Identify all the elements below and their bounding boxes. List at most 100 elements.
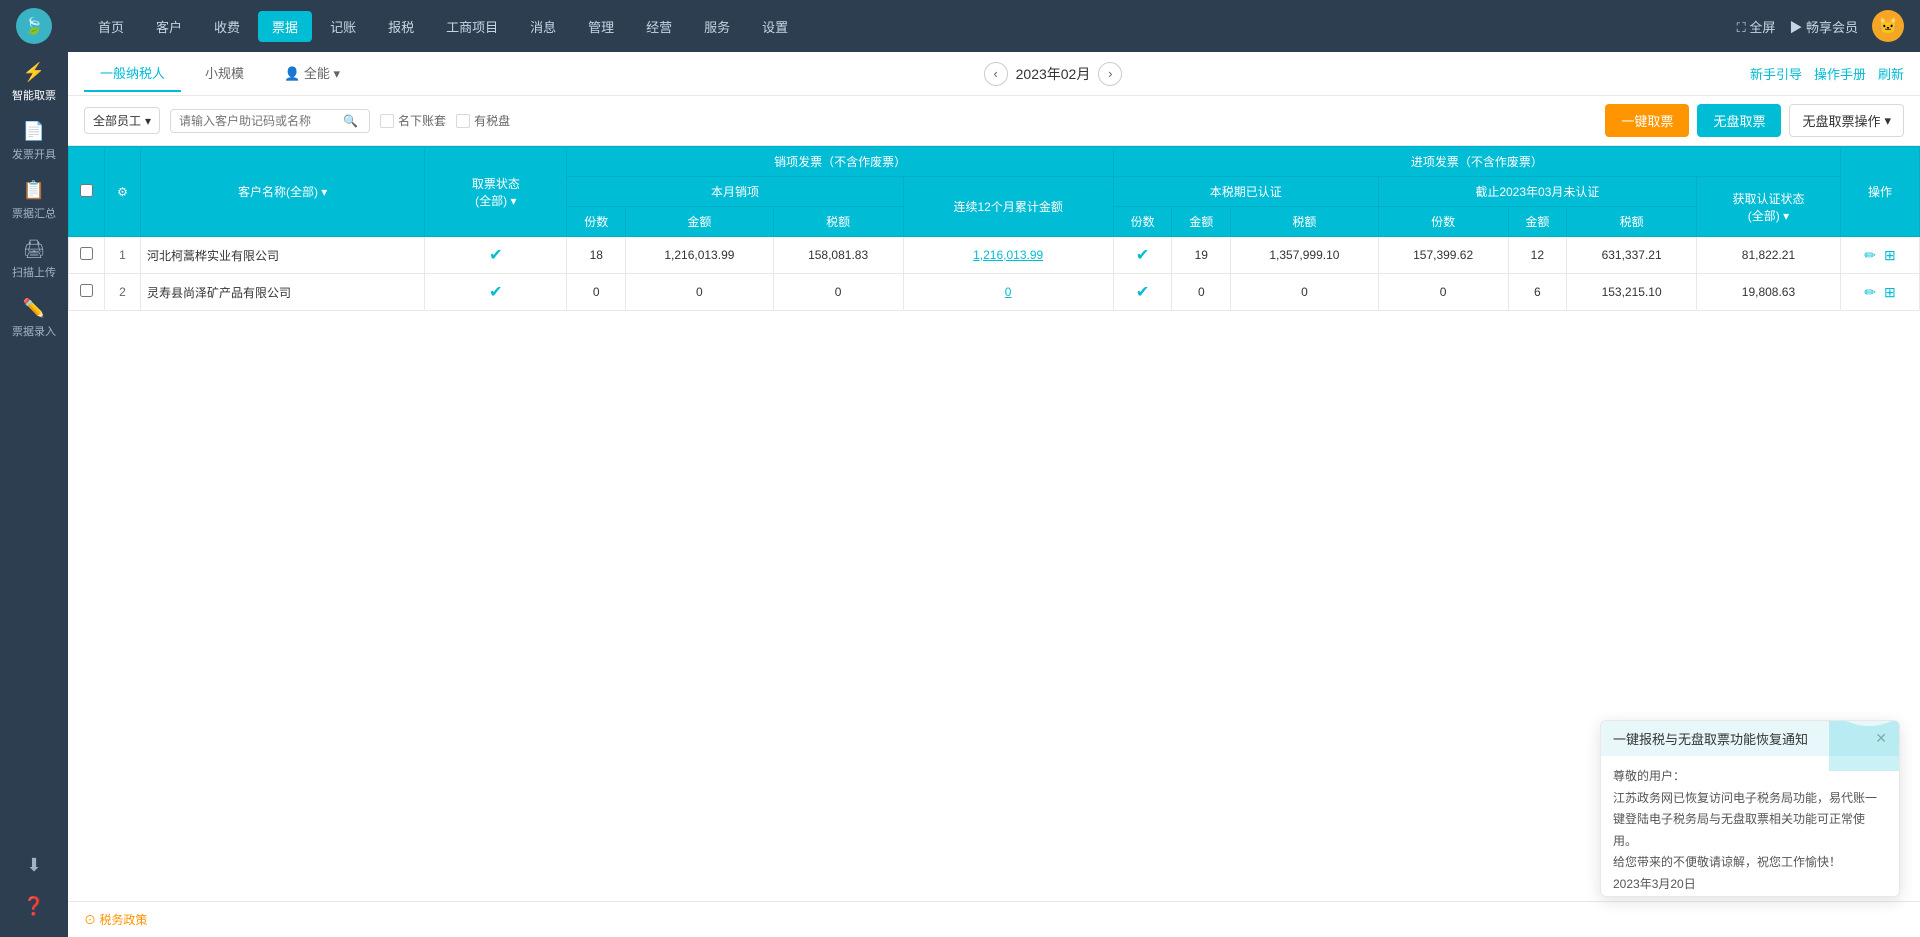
- tax-policy-link[interactable]: ⊙ 税务政策: [84, 911, 147, 928]
- row-checkbox-cell: [69, 237, 105, 274]
- invoice-table: ⚙ 客户名称(全部) ▾ 取票状态(全部) ▾ 销项发票（不含作废票） 进项发票…: [68, 146, 1920, 311]
- row-input-tax: 0: [1378, 274, 1508, 311]
- refresh-button[interactable]: 刷新: [1878, 64, 1904, 83]
- row-checkbox-1[interactable]: [80, 284, 93, 297]
- th-sales-invoices: 销项发票（不含作废票）: [567, 147, 1113, 177]
- popup-header: 一键报税与无盘取票功能恢复通知 ✕: [1601, 721, 1899, 756]
- tab-all[interactable]: 👤 全能 ▾: [268, 55, 356, 92]
- popup-close-button[interactable]: ✕: [1875, 730, 1887, 747]
- row-cert-status: ✔: [1113, 274, 1172, 311]
- row-until-amount: 631,337.21: [1567, 237, 1697, 274]
- prev-month-button[interactable]: ‹: [984, 62, 1008, 86]
- search-input-wrapper: 🔍: [170, 109, 370, 133]
- filter-icon[interactable]: ▾: [321, 185, 327, 199]
- filter-icon[interactable]: ▾: [1783, 209, 1789, 223]
- nav-settings[interactable]: 设置: [748, 11, 802, 42]
- one-key-fetch-button[interactable]: 一键取票: [1605, 104, 1689, 137]
- nav-manage[interactable]: 管理: [574, 11, 628, 42]
- row-sales-amount: 1,216,013.99: [626, 237, 774, 274]
- select-all-checkbox[interactable]: [80, 184, 93, 197]
- sales-12m-link[interactable]: 1,216,013.99: [973, 248, 1043, 262]
- row-fetch-status: ✔: [425, 274, 567, 311]
- lightning-icon: ⚡: [23, 62, 45, 83]
- chevron-down-icon: ▾: [1884, 113, 1891, 129]
- search-input[interactable]: [179, 114, 339, 128]
- th-cert-status: 获取认证状态(全部) ▾: [1697, 177, 1841, 237]
- filter-bar: 全部员工 ▾ 🔍 名下账套 有税盘 一键取票 无盘取票 无盘取票操作 ▾: [68, 96, 1920, 146]
- notification-popup: 一键报税与无盘取票功能恢复通知 ✕ 尊敬的用户：江苏政务网已恢复访问电子税务局功…: [1600, 720, 1900, 897]
- row-until-tax: 81,822.21: [1697, 237, 1841, 274]
- filter-icon[interactable]: ▾: [511, 194, 517, 208]
- th-operation: 操作: [1840, 147, 1919, 237]
- month-nav: ‹ 2023年02月 ›: [984, 62, 1123, 86]
- download-icon: ⬇: [26, 855, 41, 876]
- popup-body: 尊敬的用户：江苏政务网已恢复访问电子税务局功能，易代账一键登陆电子税务局与无盘取…: [1601, 756, 1899, 896]
- th-input-tax: 税额: [1231, 207, 1379, 237]
- row-num: 2: [105, 274, 141, 311]
- sidebar-download[interactable]: ⬇: [0, 847, 68, 884]
- fullscreen-button[interactable]: ⛶ 全屏: [1737, 17, 1776, 36]
- checkbox-box-tax[interactable]: [456, 114, 470, 128]
- sidebar-item-issue-invoice[interactable]: 📄 发票开具: [0, 111, 68, 170]
- th-customer-name: 客户名称(全部) ▾: [141, 147, 425, 237]
- member-button[interactable]: ▶ 畅享会员: [1789, 17, 1858, 36]
- next-month-button[interactable]: ›: [1098, 62, 1122, 86]
- nav-operation[interactable]: 经营: [632, 11, 686, 42]
- copy-icon[interactable]: ⊞: [1884, 247, 1896, 264]
- question-icon: ❓: [23, 896, 45, 917]
- row-customer: 灵寿县尚泽矿产品有限公司: [141, 274, 425, 311]
- th-input-count: 份数: [1113, 207, 1172, 237]
- sidebar-help[interactable]: ❓: [0, 888, 68, 925]
- nav-tax[interactable]: 报税: [374, 11, 428, 42]
- nav-message[interactable]: 消息: [516, 11, 570, 42]
- nav-service[interactable]: 服务: [690, 11, 744, 42]
- nav-invoice[interactable]: 票据: [258, 11, 312, 42]
- nav-home[interactable]: 首页: [84, 11, 138, 42]
- sidebar-logo[interactable]: 🍃: [0, 0, 68, 52]
- no-disk-fetch-button[interactable]: 无盘取票: [1697, 104, 1781, 137]
- sidebar-item-data-entry[interactable]: ✏️ 票据录入: [0, 288, 68, 347]
- sidebar-bottom: ⬇ ❓: [0, 847, 68, 937]
- no-disk-ops-button[interactable]: 无盘取票操作 ▾: [1789, 104, 1904, 137]
- tab-general[interactable]: 一般纳税人: [84, 55, 181, 92]
- sidebar-item-invoice-summary[interactable]: 📋 票据汇总: [0, 170, 68, 229]
- row-until-count: 12: [1508, 237, 1567, 274]
- th-until-amount: 金额: [1508, 207, 1567, 237]
- row-checkbox-0[interactable]: [80, 247, 93, 260]
- nav-customer[interactable]: 客户: [142, 11, 196, 42]
- tabs-right-actions: 新手引导 操作手册 刷新: [1750, 64, 1904, 83]
- nav-bookkeeping[interactable]: 记账: [316, 11, 370, 42]
- th-fetch-status: 取票状态(全部) ▾: [425, 147, 567, 237]
- edit-icon[interactable]: ✏: [1864, 247, 1876, 264]
- sales-12m-link[interactable]: 0: [1005, 285, 1012, 299]
- row-sales-amount: 0: [626, 274, 774, 311]
- employee-select[interactable]: 全部员工 ▾: [84, 107, 160, 134]
- th-input-amount: 金额: [1172, 207, 1231, 237]
- sidebar-item-smart-fetch[interactable]: ⚡ 智能取票: [0, 52, 68, 111]
- pencil-icon: ✏️: [23, 298, 45, 319]
- th-input-invoices: 进项发票（不含作废票）: [1113, 147, 1840, 177]
- user-avatar[interactable]: 🐱: [1872, 10, 1904, 42]
- copy-icon[interactable]: ⊞: [1884, 284, 1896, 301]
- document-icon: 📄: [23, 121, 45, 142]
- row-sales-count: 0: [567, 274, 626, 311]
- nav-business[interactable]: 工商项目: [432, 11, 512, 42]
- account-checkbox[interactable]: 名下账套: [380, 112, 446, 129]
- tax-disk-checkbox[interactable]: 有税盘: [456, 112, 510, 129]
- sidebar-item-scan-upload[interactable]: 🖨 扫描上传: [0, 229, 68, 288]
- user-icon: 👤: [284, 66, 300, 81]
- manual-button[interactable]: 操作手册: [1814, 64, 1866, 83]
- row-input-tax: 157,399.62: [1378, 237, 1508, 274]
- topnav-right: ⛶ 全屏 ▶ 畅享会员 🐱: [1737, 10, 1904, 42]
- tabs-bar: 一般纳税人 小规模 👤 全能 ▾ ‹ 2023年02月 › 新手引导 操作手册 …: [68, 52, 1920, 96]
- row-input-count: 0: [1172, 274, 1231, 311]
- nav-receipts[interactable]: 收费: [200, 11, 254, 42]
- checkbox-box-account[interactable]: [380, 114, 394, 128]
- row-sales-12m: 0: [903, 274, 1113, 311]
- settings-icon[interactable]: ⚙: [117, 185, 128, 199]
- row-until-amount: 153,215.10: [1567, 274, 1697, 311]
- search-icon[interactable]: 🔍: [343, 114, 358, 128]
- tab-small[interactable]: 小规模: [189, 55, 260, 92]
- edit-icon[interactable]: ✏: [1864, 284, 1876, 301]
- new-guide-button[interactable]: 新手引导: [1750, 64, 1802, 83]
